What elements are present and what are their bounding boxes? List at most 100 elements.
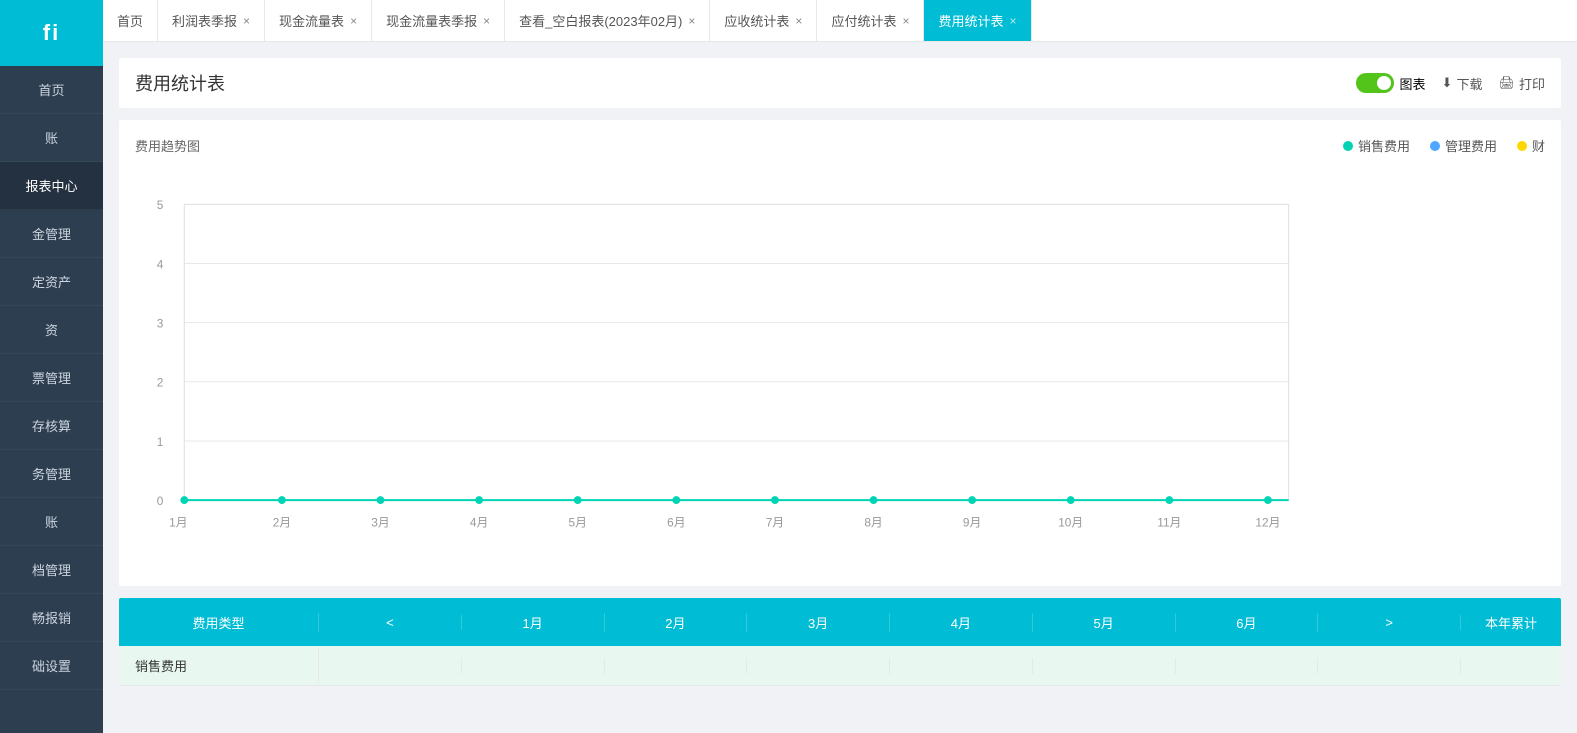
print-label: 打印 xyxy=(1519,74,1545,93)
sidebar-item-home[interactable]: 首页 xyxy=(0,66,103,114)
td-m3-sales xyxy=(747,658,890,674)
chart-toggle[interactable] xyxy=(1356,73,1394,93)
th-m2-label: 2月 xyxy=(665,613,685,632)
svg-text:10月: 10月 xyxy=(1058,516,1083,530)
legend-admin-label: 管理费用 xyxy=(1445,136,1497,155)
sidebar-item-inventory[interactable]: 存核算 xyxy=(0,402,103,450)
header-actions: 图表 ⬇ 下载 🖨 打印 xyxy=(1356,73,1545,93)
sidebar-item-reports[interactable]: 报表中心 xyxy=(0,162,103,210)
svg-text:8月: 8月 xyxy=(864,516,882,530)
tab-expense-stat[interactable]: 费用统计表 × xyxy=(924,0,1031,42)
svg-text:0: 0 xyxy=(157,494,164,508)
sidebar-item-assets[interactable]: 定资产 xyxy=(0,258,103,306)
svg-text:2: 2 xyxy=(157,376,164,390)
tab-payable-label: 应付统计表 xyxy=(831,11,896,30)
page-content: 费用统计表 图表 ⬇ 下载 🖨 打印 费用趋势图 xyxy=(103,42,1577,733)
download-button[interactable]: ⬇ 下载 xyxy=(1442,74,1483,93)
th-type-label: 费用类型 xyxy=(192,613,244,632)
td-nav-space xyxy=(319,658,462,674)
tab-profit-close[interactable]: × xyxy=(243,14,250,28)
legend-sales-label: 销售费用 xyxy=(1358,136,1410,155)
tab-cashflow-q-label: 现金流量表季报 xyxy=(386,11,477,30)
tab-blank-close[interactable]: × xyxy=(688,14,695,28)
tab-cashflow-q[interactable]: 现金流量表季报 × xyxy=(372,0,505,42)
print-button[interactable]: 🖨 打印 xyxy=(1498,74,1545,93)
th-m6-label: 6月 xyxy=(1236,613,1256,632)
td-m4-sales xyxy=(890,658,1033,674)
th-nav-prev[interactable]: < xyxy=(319,615,462,630)
next-arrow-icon[interactable]: > xyxy=(1385,615,1393,630)
td-m2-sales xyxy=(605,658,748,674)
legend-finance: 财 xyxy=(1517,136,1545,155)
td-m1-sales xyxy=(462,658,605,674)
th-m1-label: 1月 xyxy=(523,613,543,632)
sidebar-item-account[interactable]: 账 xyxy=(0,114,103,162)
sidebar: fi 首页 账 报表中心 金管理 定资产 资 票管理 存核算 务管理 账 档管理… xyxy=(0,0,103,733)
tab-home[interactable]: 首页 xyxy=(103,0,158,42)
svg-text:4: 4 xyxy=(157,257,164,271)
td-type-sales-label: 销售费用 xyxy=(135,656,187,675)
sidebar-item-finance[interactable]: 金管理 xyxy=(0,210,103,258)
svg-text:9月: 9月 xyxy=(963,516,981,530)
svg-text:12月: 12月 xyxy=(1255,516,1280,530)
sidebar-item-expense[interactable]: 畅报销 xyxy=(0,594,103,642)
tab-cashflow-label: 现金流量表 xyxy=(279,11,344,30)
th-m6: 6月 xyxy=(1176,613,1319,632)
td-m6-sales xyxy=(1176,658,1319,674)
th-nav-next[interactable]: > xyxy=(1318,615,1461,630)
th-m5-label: 5月 xyxy=(1094,613,1114,632)
td-nav-space2 xyxy=(1318,658,1461,674)
chart-toggle-label: 图表 xyxy=(1400,74,1426,93)
sidebar-item-resources[interactable]: 资 xyxy=(0,306,103,354)
svg-text:1: 1 xyxy=(157,435,164,449)
th-m4-label: 4月 xyxy=(951,613,971,632)
tab-receivable[interactable]: 应收统计表 × xyxy=(710,0,817,42)
sidebar-item-ledger[interactable]: 账 xyxy=(0,498,103,546)
sidebar-item-settings[interactable]: 础设置 xyxy=(0,642,103,690)
svg-text:4月: 4月 xyxy=(470,516,488,530)
th-type: 费用类型 xyxy=(119,613,319,632)
th-total: 本年累计 xyxy=(1461,613,1561,632)
chart-section: 费用趋势图 销售费用 管理费用 财 xyxy=(119,120,1561,586)
legend-admin-dot xyxy=(1430,141,1440,151)
tab-bar: 首页 利润表季报 × 现金流量表 × 现金流量表季报 × 查看_空白报表(202… xyxy=(103,0,1577,42)
table-header: 费用类型 < 1月 2月 3月 4月 5月 xyxy=(119,598,1561,646)
sidebar-item-service[interactable]: 务管理 xyxy=(0,450,103,498)
tab-profit[interactable]: 利润表季报 × xyxy=(158,0,265,42)
th-m2: 2月 xyxy=(605,613,748,632)
svg-text:5: 5 xyxy=(157,198,164,212)
tab-profit-label: 利润表季报 xyxy=(172,11,237,30)
svg-text:5月: 5月 xyxy=(569,516,587,530)
chart-toggle-wrap: 图表 xyxy=(1356,73,1426,93)
tab-payable[interactable]: 应付统计表 × xyxy=(817,0,924,42)
tab-blank[interactable]: 查看_空白报表(2023年02月) × xyxy=(505,0,710,42)
th-m5: 5月 xyxy=(1033,613,1176,632)
tab-receivable-label: 应收统计表 xyxy=(724,11,789,30)
sidebar-item-files[interactable]: 档管理 xyxy=(0,546,103,594)
print-icon: 🖨 xyxy=(1498,75,1515,91)
tab-cashflow-close[interactable]: × xyxy=(350,14,357,28)
sidebar-item-invoices[interactable]: 票管理 xyxy=(0,354,103,402)
svg-text:2月: 2月 xyxy=(273,516,291,530)
tab-cashflow-q-close[interactable]: × xyxy=(483,14,490,28)
tab-expense-stat-close[interactable]: × xyxy=(1009,14,1016,28)
svg-text:1月: 1月 xyxy=(169,516,187,530)
td-m5-sales xyxy=(1033,658,1176,674)
prev-arrow-icon[interactable]: < xyxy=(386,615,394,630)
svg-text:7月: 7月 xyxy=(766,516,784,530)
sidebar-logo: fi xyxy=(0,0,103,66)
tab-receivable-close[interactable]: × xyxy=(795,14,802,28)
th-m3: 3月 xyxy=(747,613,890,632)
main-area: 首页 利润表季报 × 现金流量表 × 现金流量表季报 × 查看_空白报表(202… xyxy=(103,0,1577,733)
td-type-sales: 销售费用 xyxy=(119,648,319,683)
tab-blank-label: 查看_空白报表(2023年02月) xyxy=(519,11,682,30)
legend-sales-dot xyxy=(1343,141,1353,151)
tab-home-label: 首页 xyxy=(117,11,143,30)
page-header: 费用统计表 图表 ⬇ 下载 🖨 打印 xyxy=(119,58,1561,108)
table-section: 费用类型 < 1月 2月 3月 4月 5月 xyxy=(119,598,1561,686)
tab-cashflow[interactable]: 现金流量表 × xyxy=(265,0,372,42)
legend-finance-dot xyxy=(1517,141,1527,151)
tab-payable-close[interactable]: × xyxy=(902,14,909,28)
legend-admin: 管理费用 xyxy=(1430,136,1497,155)
th-m1: 1月 xyxy=(462,613,605,632)
